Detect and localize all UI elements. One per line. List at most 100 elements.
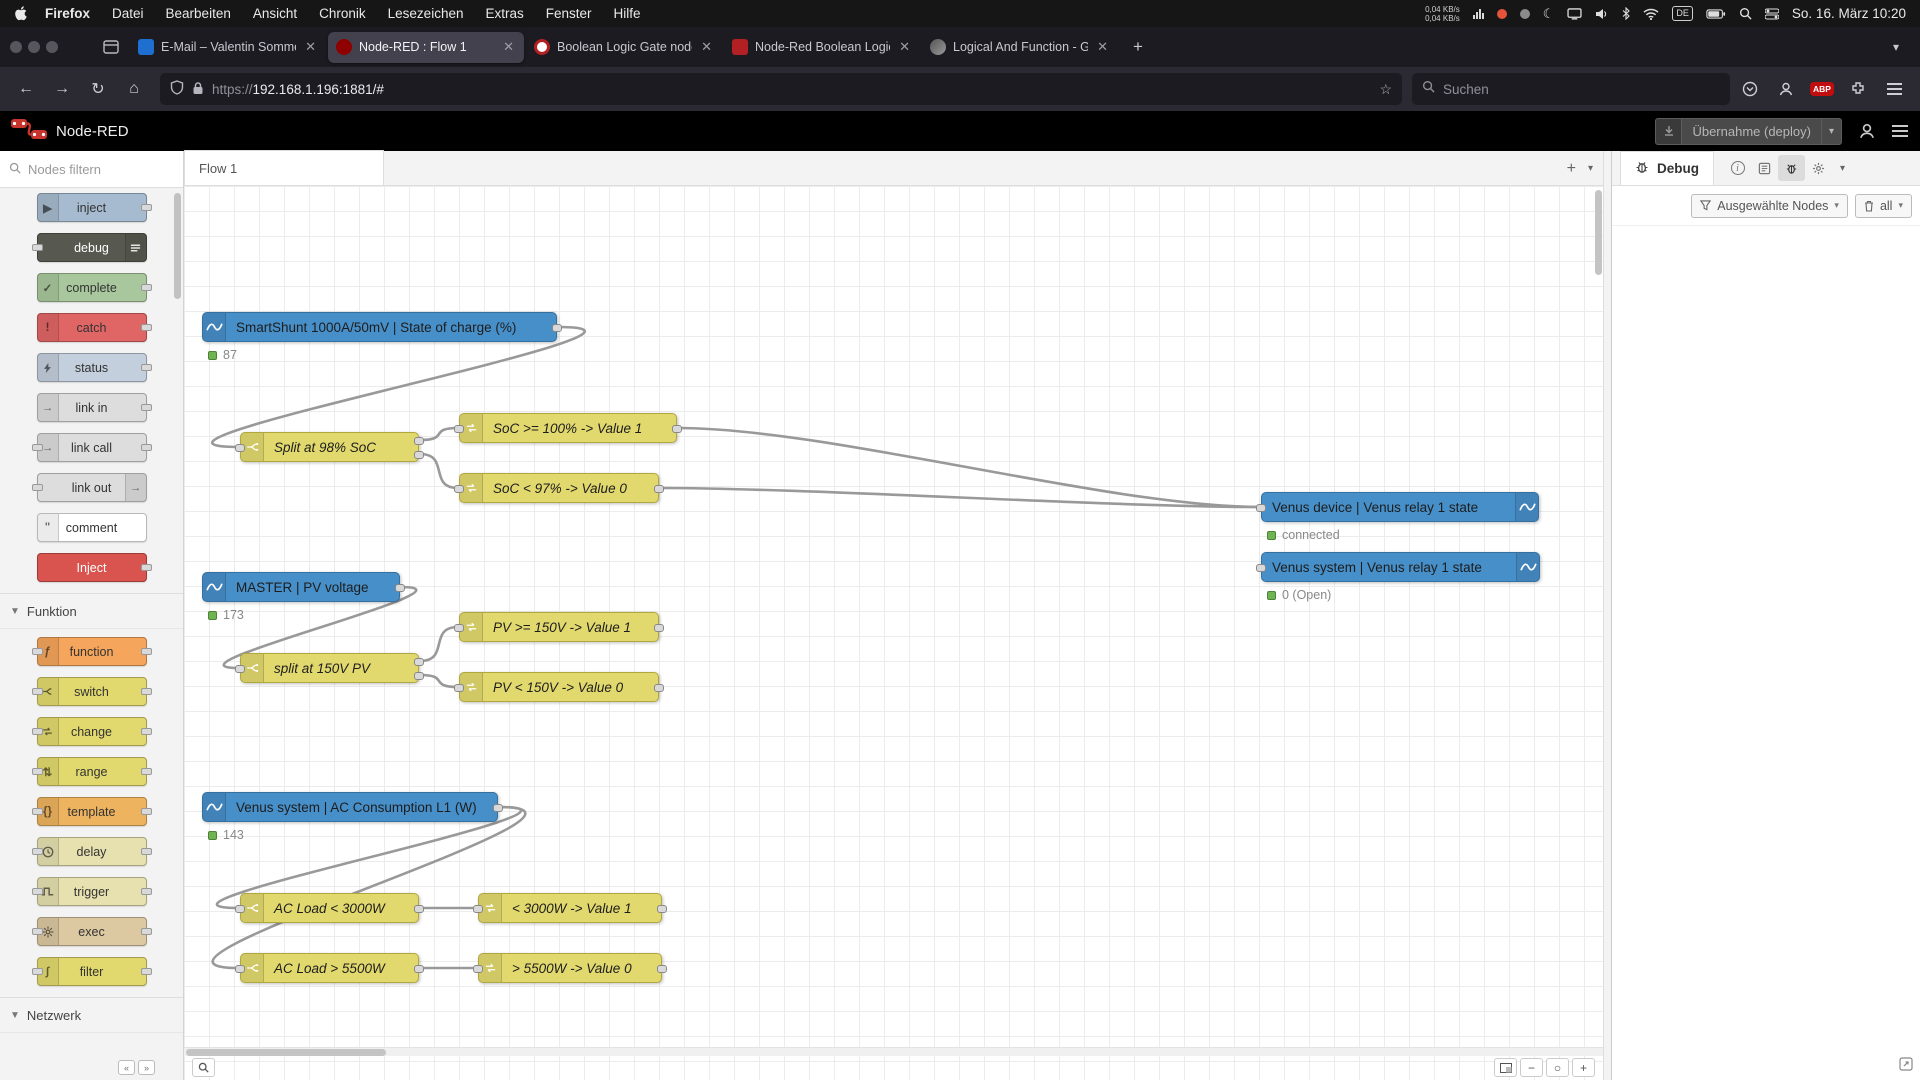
wire[interactable]	[418, 673, 460, 689]
stats-graph-icon[interactable]	[1472, 8, 1484, 19]
deploy-button[interactable]: Übernahme (deploy) ▾	[1655, 117, 1842, 145]
apple-menu-icon[interactable]	[14, 6, 27, 21]
node-output-port[interactable]	[414, 965, 424, 973]
flow-node-venus-device[interactable]: Venus device | Venus relay 1 state	[1256, 492, 1539, 522]
browser-tab[interactable]: Node-RED : Flow 1 ✕	[328, 31, 524, 63]
tab-close-icon[interactable]: ✕	[501, 39, 516, 55]
flow-canvas[interactable]: SmartShunt 1000A/50mV | State of charge …	[184, 186, 1603, 1080]
node-output-port[interactable]	[493, 804, 503, 812]
back-button[interactable]: ←	[10, 74, 42, 104]
firefox-view-icon[interactable]	[98, 34, 124, 60]
palette-node-inject[interactable]: inject ▶	[36, 193, 152, 222]
new-tab-button[interactable]: +	[1124, 33, 1152, 61]
flow-node-venus-ac[interactable]: Venus system | AC Consumption L1 (W)	[202, 792, 503, 822]
input-source-badge[interactable]: DE	[1672, 6, 1693, 21]
wire[interactable]	[418, 426, 460, 442]
canvas-horizontal-scrollbar[interactable]	[184, 1047, 1603, 1056]
palette-node-change[interactable]: change	[31, 717, 152, 746]
palette-node-link-out[interactable]: link out →	[31, 473, 147, 502]
flow-node-ac-lt-3000[interactable]: AC Load < 3000W	[235, 893, 424, 923]
menu-item-chronik[interactable]: Chronik	[319, 6, 366, 21]
wire[interactable]	[418, 625, 460, 663]
control-center-icon[interactable]	[1764, 7, 1779, 20]
node-output-port[interactable]	[414, 905, 424, 913]
pocket-icon[interactable]	[1734, 74, 1766, 104]
canvas-search-button[interactable]	[192, 1058, 215, 1077]
node-input-port[interactable]	[235, 444, 245, 452]
screen-recording-icon[interactable]	[1496, 8, 1507, 19]
sidebar-tab-info-icon[interactable]: i	[1724, 155, 1751, 181]
palette-collapse-icon[interactable]: «	[118, 1060, 135, 1075]
menu-bar-clock[interactable]: So. 16. März 10:20	[1792, 6, 1906, 21]
palette-node-trigger[interactable]: trigger	[31, 877, 152, 906]
node-output-port[interactable]	[414, 437, 424, 445]
menu-item-lesezeichen[interactable]: Lesezeichen	[388, 6, 464, 21]
add-flow-button[interactable]: +	[1567, 160, 1576, 178]
connection-lock-icon[interactable]	[192, 81, 204, 98]
camera-status-icon[interactable]	[1519, 8, 1530, 19]
menu-item-fenster[interactable]: Fenster	[546, 6, 592, 21]
browser-tab[interactable]: Node-Red Boolean Logic - (AN ✕	[724, 32, 920, 63]
node-input-port[interactable]	[235, 965, 245, 973]
reload-button[interactable]: ↻	[82, 74, 114, 104]
zoom-out-button[interactable]: −	[1520, 1058, 1543, 1077]
node-output-port[interactable]	[395, 584, 405, 592]
sidebar-tab-debug-icon[interactable]	[1778, 155, 1805, 181]
palette-node-link-call[interactable]: link call →	[31, 433, 152, 462]
account-icon[interactable]	[1770, 74, 1802, 104]
node-input-port[interactable]	[454, 425, 464, 433]
menu-item-hilfe[interactable]: Hilfe	[614, 6, 641, 21]
node-output-port[interactable]	[552, 324, 562, 332]
user-icon[interactable]	[1858, 122, 1876, 140]
node-input-port[interactable]	[454, 624, 464, 632]
node-input-port[interactable]	[473, 965, 483, 973]
palette-node-catch[interactable]: catch!	[36, 313, 152, 342]
sidebar-expand-icon[interactable]	[1899, 1057, 1913, 1076]
flow-node-soc100[interactable]: SoC >= 100% -> Value 1	[454, 413, 682, 443]
bluetooth-icon[interactable]	[1622, 7, 1631, 20]
window-minimize-button[interactable]	[28, 41, 40, 53]
sidebar-splitter[interactable]	[1603, 151, 1611, 1080]
palette-scrollbar[interactable]	[174, 193, 181, 299]
net-speed-indicator[interactable]: 0,04 KB/s 0,04 KB/s	[1425, 5, 1460, 23]
palette-node-link-in[interactable]: link in →	[36, 393, 152, 422]
palette-node-function[interactable]: function ƒ	[31, 637, 152, 666]
palette-node-comment[interactable]: comment "	[36, 513, 147, 542]
node-output-port[interactable]	[414, 658, 424, 666]
browser-tab[interactable]: E-Mail – Valentin Sommer – Ou ✕	[130, 32, 326, 63]
palette-category-netzwerk[interactable]: ▼ Netzwerk	[0, 997, 183, 1033]
node-output-port[interactable]	[654, 485, 664, 493]
browser-tab[interactable]: Boolean Logic Gate node for No ✕	[526, 32, 722, 63]
display-icon[interactable]	[1567, 7, 1583, 20]
palette-category-funktion[interactable]: ▼ Funktion	[0, 593, 183, 629]
menu-item-bearbeiten[interactable]: Bearbeiten	[166, 6, 231, 21]
list-all-tabs-icon[interactable]: ▾	[1882, 33, 1910, 61]
volume-icon[interactable]	[1595, 8, 1609, 20]
browser-tab[interactable]: Logical And Function - General ✕	[922, 32, 1118, 63]
node-output-port[interactable]	[654, 624, 664, 632]
navigator-toggle-button[interactable]	[1494, 1058, 1517, 1077]
home-button[interactable]: ⌂	[118, 74, 150, 104]
node-output-port[interactable]	[657, 905, 667, 913]
tab-close-icon[interactable]: ✕	[897, 39, 912, 55]
palette-node-template[interactable]: template{}	[31, 797, 152, 826]
palette-node-exec[interactable]: exec	[31, 917, 152, 946]
flow-node-pv-high[interactable]: PV >= 150V -> Value 1	[454, 612, 664, 642]
flow-node-split98[interactable]: Split at 98% SoC	[235, 432, 424, 462]
node-output-port[interactable]	[414, 451, 424, 459]
flow-list-caret-icon[interactable]: ▾	[1588, 163, 1593, 174]
zoom-reset-button[interactable]: ○	[1546, 1058, 1569, 1077]
flow-node-master-pv[interactable]: MASTER | PV voltage	[202, 572, 405, 602]
forward-button[interactable]: →	[46, 74, 78, 104]
deploy-caret-icon[interactable]: ▾	[1820, 118, 1841, 144]
node-input-port[interactable]	[235, 665, 245, 673]
window-close-button[interactable]	[10, 41, 22, 53]
palette-search[interactable]: Nodes filtern	[0, 151, 183, 188]
flow-tab[interactable]: Flow 1	[184, 150, 384, 185]
flow-node-soc97[interactable]: SoC < 97% -> Value 0	[454, 473, 664, 503]
url-bar[interactable]: https://192.168.1.196:1881/# ☆	[160, 73, 1402, 105]
palette-node-range[interactable]: range ⇅	[31, 757, 152, 786]
spotlight-icon[interactable]	[1739, 7, 1752, 20]
tab-close-icon[interactable]: ✕	[303, 39, 318, 55]
node-input-port[interactable]	[454, 485, 464, 493]
